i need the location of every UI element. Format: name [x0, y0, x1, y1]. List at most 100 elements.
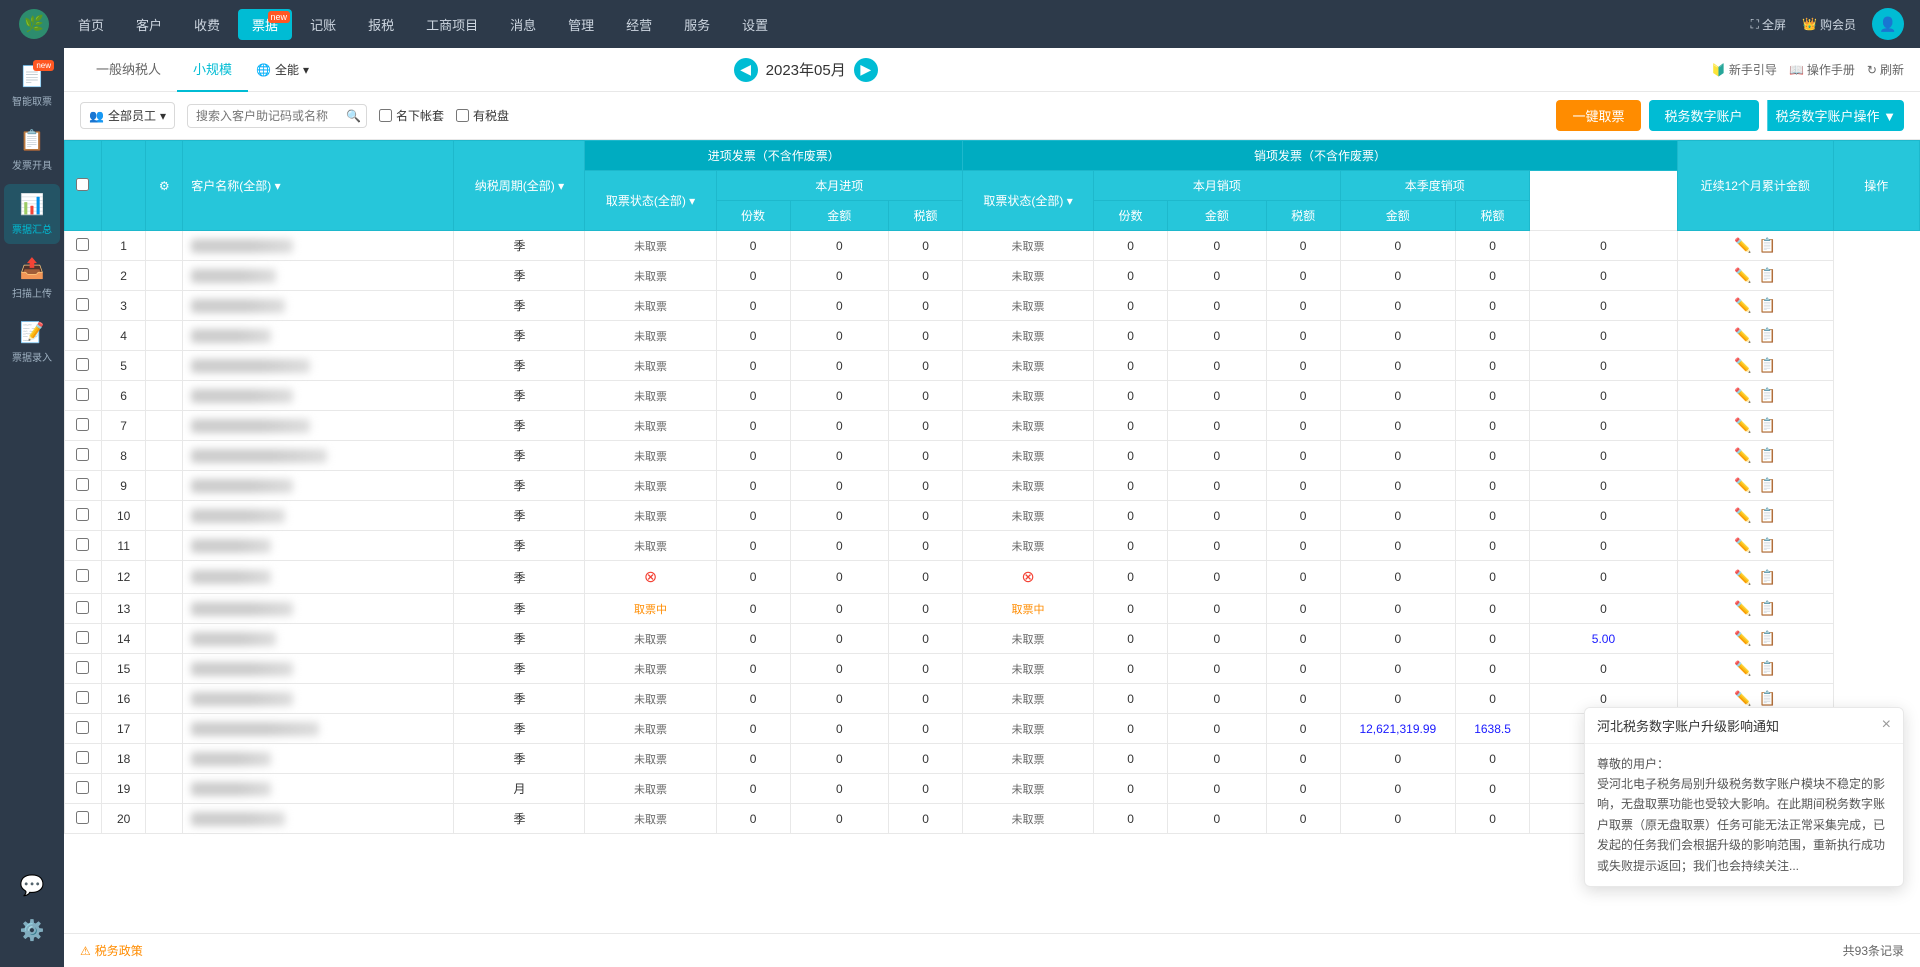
row-checkbox[interactable]	[76, 601, 89, 614]
nav-message[interactable]: 消息	[496, 9, 550, 40]
edit-btn[interactable]: ✏️	[1734, 690, 1751, 706]
copy-btn[interactable]: 📋	[1759, 477, 1776, 493]
tab-all[interactable]: 🌐 全能 ▾	[248, 61, 317, 78]
row-checkbox[interactable]	[76, 268, 89, 281]
row-checkbox[interactable]	[76, 751, 89, 764]
edit-btn[interactable]: ✏️	[1734, 477, 1751, 493]
sidebar-item-summary[interactable]: 📊 票据汇总	[4, 184, 60, 244]
row-checkbox[interactable]	[76, 691, 89, 704]
row-checkbox[interactable]	[76, 811, 89, 824]
row-checkbox[interactable]	[76, 478, 89, 491]
notification-close-btn[interactable]: ×	[1882, 716, 1891, 734]
copy-btn[interactable]: 📋	[1759, 447, 1776, 463]
copy-btn[interactable]: 📋	[1759, 357, 1776, 373]
fullscreen-btn[interactable]: ⛶ 全屏	[1751, 16, 1786, 33]
row-ret-tax: 0	[1456, 351, 1530, 381]
edit-btn[interactable]: ✏️	[1734, 537, 1751, 553]
edit-btn[interactable]: ✏️	[1734, 660, 1751, 676]
tab-general-taxpayer[interactable]: 一般纳税人	[80, 48, 177, 92]
edit-btn[interactable]: ✏️	[1734, 297, 1751, 313]
copy-btn[interactable]: 📋	[1759, 237, 1776, 253]
tax-account-btn[interactable]: 税务数字账户	[1649, 100, 1759, 131]
nav-home[interactable]: 首页	[64, 9, 118, 40]
edit-btn[interactable]: ✏️	[1734, 447, 1751, 463]
edit-btn[interactable]: ✏️	[1734, 357, 1751, 373]
sidebar-item-smart-ticket[interactable]: 📄 智能取票 new	[4, 56, 60, 116]
tax-account-op-btn[interactable]: 税务数字账户操作 ▼	[1767, 100, 1904, 131]
copy-btn[interactable]: 📋	[1759, 660, 1776, 676]
refresh-btn[interactable]: ↻ 刷新	[1867, 61, 1904, 78]
nav-business[interactable]: 工商项目	[412, 9, 492, 40]
row-checkbox[interactable]	[76, 631, 89, 644]
nav-accounting[interactable]: 记账	[296, 9, 350, 40]
row-checkbox[interactable]	[76, 538, 89, 551]
nav-invoice[interactable]: 票据 new	[238, 9, 292, 40]
row-checkbox[interactable]	[76, 661, 89, 674]
row-checkbox[interactable]	[76, 781, 89, 794]
row-checkbox[interactable]	[76, 721, 89, 734]
copy-btn[interactable]: 📋	[1759, 327, 1776, 343]
copy-btn[interactable]: 📋	[1759, 690, 1776, 706]
row-checkbox[interactable]	[76, 238, 89, 251]
edit-btn[interactable]: ✏️	[1734, 267, 1751, 283]
edit-btn[interactable]: ✏️	[1734, 507, 1751, 523]
sub-account-checkbox[interactable]	[379, 109, 392, 122]
employee-select[interactable]: 👥 全部员工 ▾	[80, 102, 175, 129]
copy-btn[interactable]: 📋	[1759, 297, 1776, 313]
period-prev-btn[interactable]: ◀	[734, 58, 758, 82]
nav-settings[interactable]: 设置	[728, 9, 782, 40]
row-checkbox[interactable]	[76, 358, 89, 371]
row-checkbox[interactable]	[76, 418, 89, 431]
row-checkbox[interactable]	[76, 569, 89, 582]
sidebar-item-scan-upload[interactable]: 📤 扫描上传	[4, 248, 60, 308]
sidebar-item-invoice-open[interactable]: 📋 发票开具	[4, 120, 60, 180]
user-avatar[interactable]: 👤	[1872, 8, 1904, 40]
row-checkbox[interactable]	[76, 328, 89, 341]
period-next-btn[interactable]: ▶	[854, 58, 878, 82]
has-tax-checkbox-label[interactable]: 有税盘	[456, 107, 509, 124]
select-all-checkbox[interactable]	[76, 178, 89, 191]
copy-btn[interactable]: 📋	[1759, 600, 1776, 616]
sub-account-checkbox-label[interactable]: 名下帐套	[379, 107, 444, 124]
one-key-btn[interactable]: 一键取票	[1556, 100, 1640, 131]
edit-btn[interactable]: ✏️	[1734, 417, 1751, 433]
edit-btn[interactable]: ✏️	[1734, 630, 1751, 646]
row-checkbox[interactable]	[76, 448, 89, 461]
copy-btn[interactable]: 📋	[1759, 569, 1776, 585]
th-customer-name[interactable]: 客户名称(全部) ▾	[183, 141, 454, 231]
row-checkbox[interactable]	[76, 298, 89, 311]
has-tax-checkbox[interactable]	[456, 109, 469, 122]
copy-btn[interactable]: 📋	[1759, 630, 1776, 646]
th-out-fetch-status[interactable]: 取票状态(全部) ▾	[963, 171, 1094, 231]
tab-small-scale[interactable]: 小规模	[177, 48, 248, 92]
tax-policy-link[interactable]: ⚠ 税务政策	[80, 942, 143, 959]
edit-btn[interactable]: ✏️	[1734, 237, 1751, 253]
edit-btn[interactable]: ✏️	[1734, 569, 1751, 585]
manual-btn[interactable]: 📖 操作手册	[1789, 61, 1855, 78]
nav-fee[interactable]: 收费	[180, 9, 234, 40]
new-guide-btn[interactable]: 🔰 新手引导	[1711, 61, 1777, 78]
copy-btn[interactable]: 📋	[1759, 267, 1776, 283]
th-tax-period[interactable]: 纳税周期(全部) ▾	[454, 141, 585, 231]
edit-btn[interactable]: ✏️	[1734, 600, 1751, 616]
nav-operation[interactable]: 经营	[612, 9, 666, 40]
nav-management[interactable]: 管理	[554, 9, 608, 40]
nav-service[interactable]: 服务	[670, 9, 724, 40]
copy-btn[interactable]: 📋	[1759, 507, 1776, 523]
th-in-fetch-status[interactable]: 取票状态(全部) ▾	[585, 171, 716, 231]
copy-btn[interactable]: 📋	[1759, 387, 1776, 403]
row-checkbox[interactable]	[76, 508, 89, 521]
edit-btn[interactable]: ✏️	[1734, 387, 1751, 403]
search-input[interactable]	[187, 104, 367, 128]
edit-btn[interactable]: ✏️	[1734, 327, 1751, 343]
row-checkbox[interactable]	[76, 388, 89, 401]
copy-btn[interactable]: 📋	[1759, 417, 1776, 433]
nav-customer[interactable]: 客户	[122, 9, 176, 40]
copy-btn[interactable]: 📋	[1759, 537, 1776, 553]
sidebar-item-chat[interactable]: 💬	[4, 865, 60, 906]
search-icon[interactable]: 🔍	[346, 109, 361, 123]
sidebar-item-invoice-entry[interactable]: 📝 票据录入	[4, 312, 60, 372]
nav-tax[interactable]: 报税	[354, 9, 408, 40]
sidebar-item-settings[interactable]: ⚙️	[4, 910, 60, 951]
member-btn[interactable]: 👑 购会员	[1802, 16, 1856, 33]
